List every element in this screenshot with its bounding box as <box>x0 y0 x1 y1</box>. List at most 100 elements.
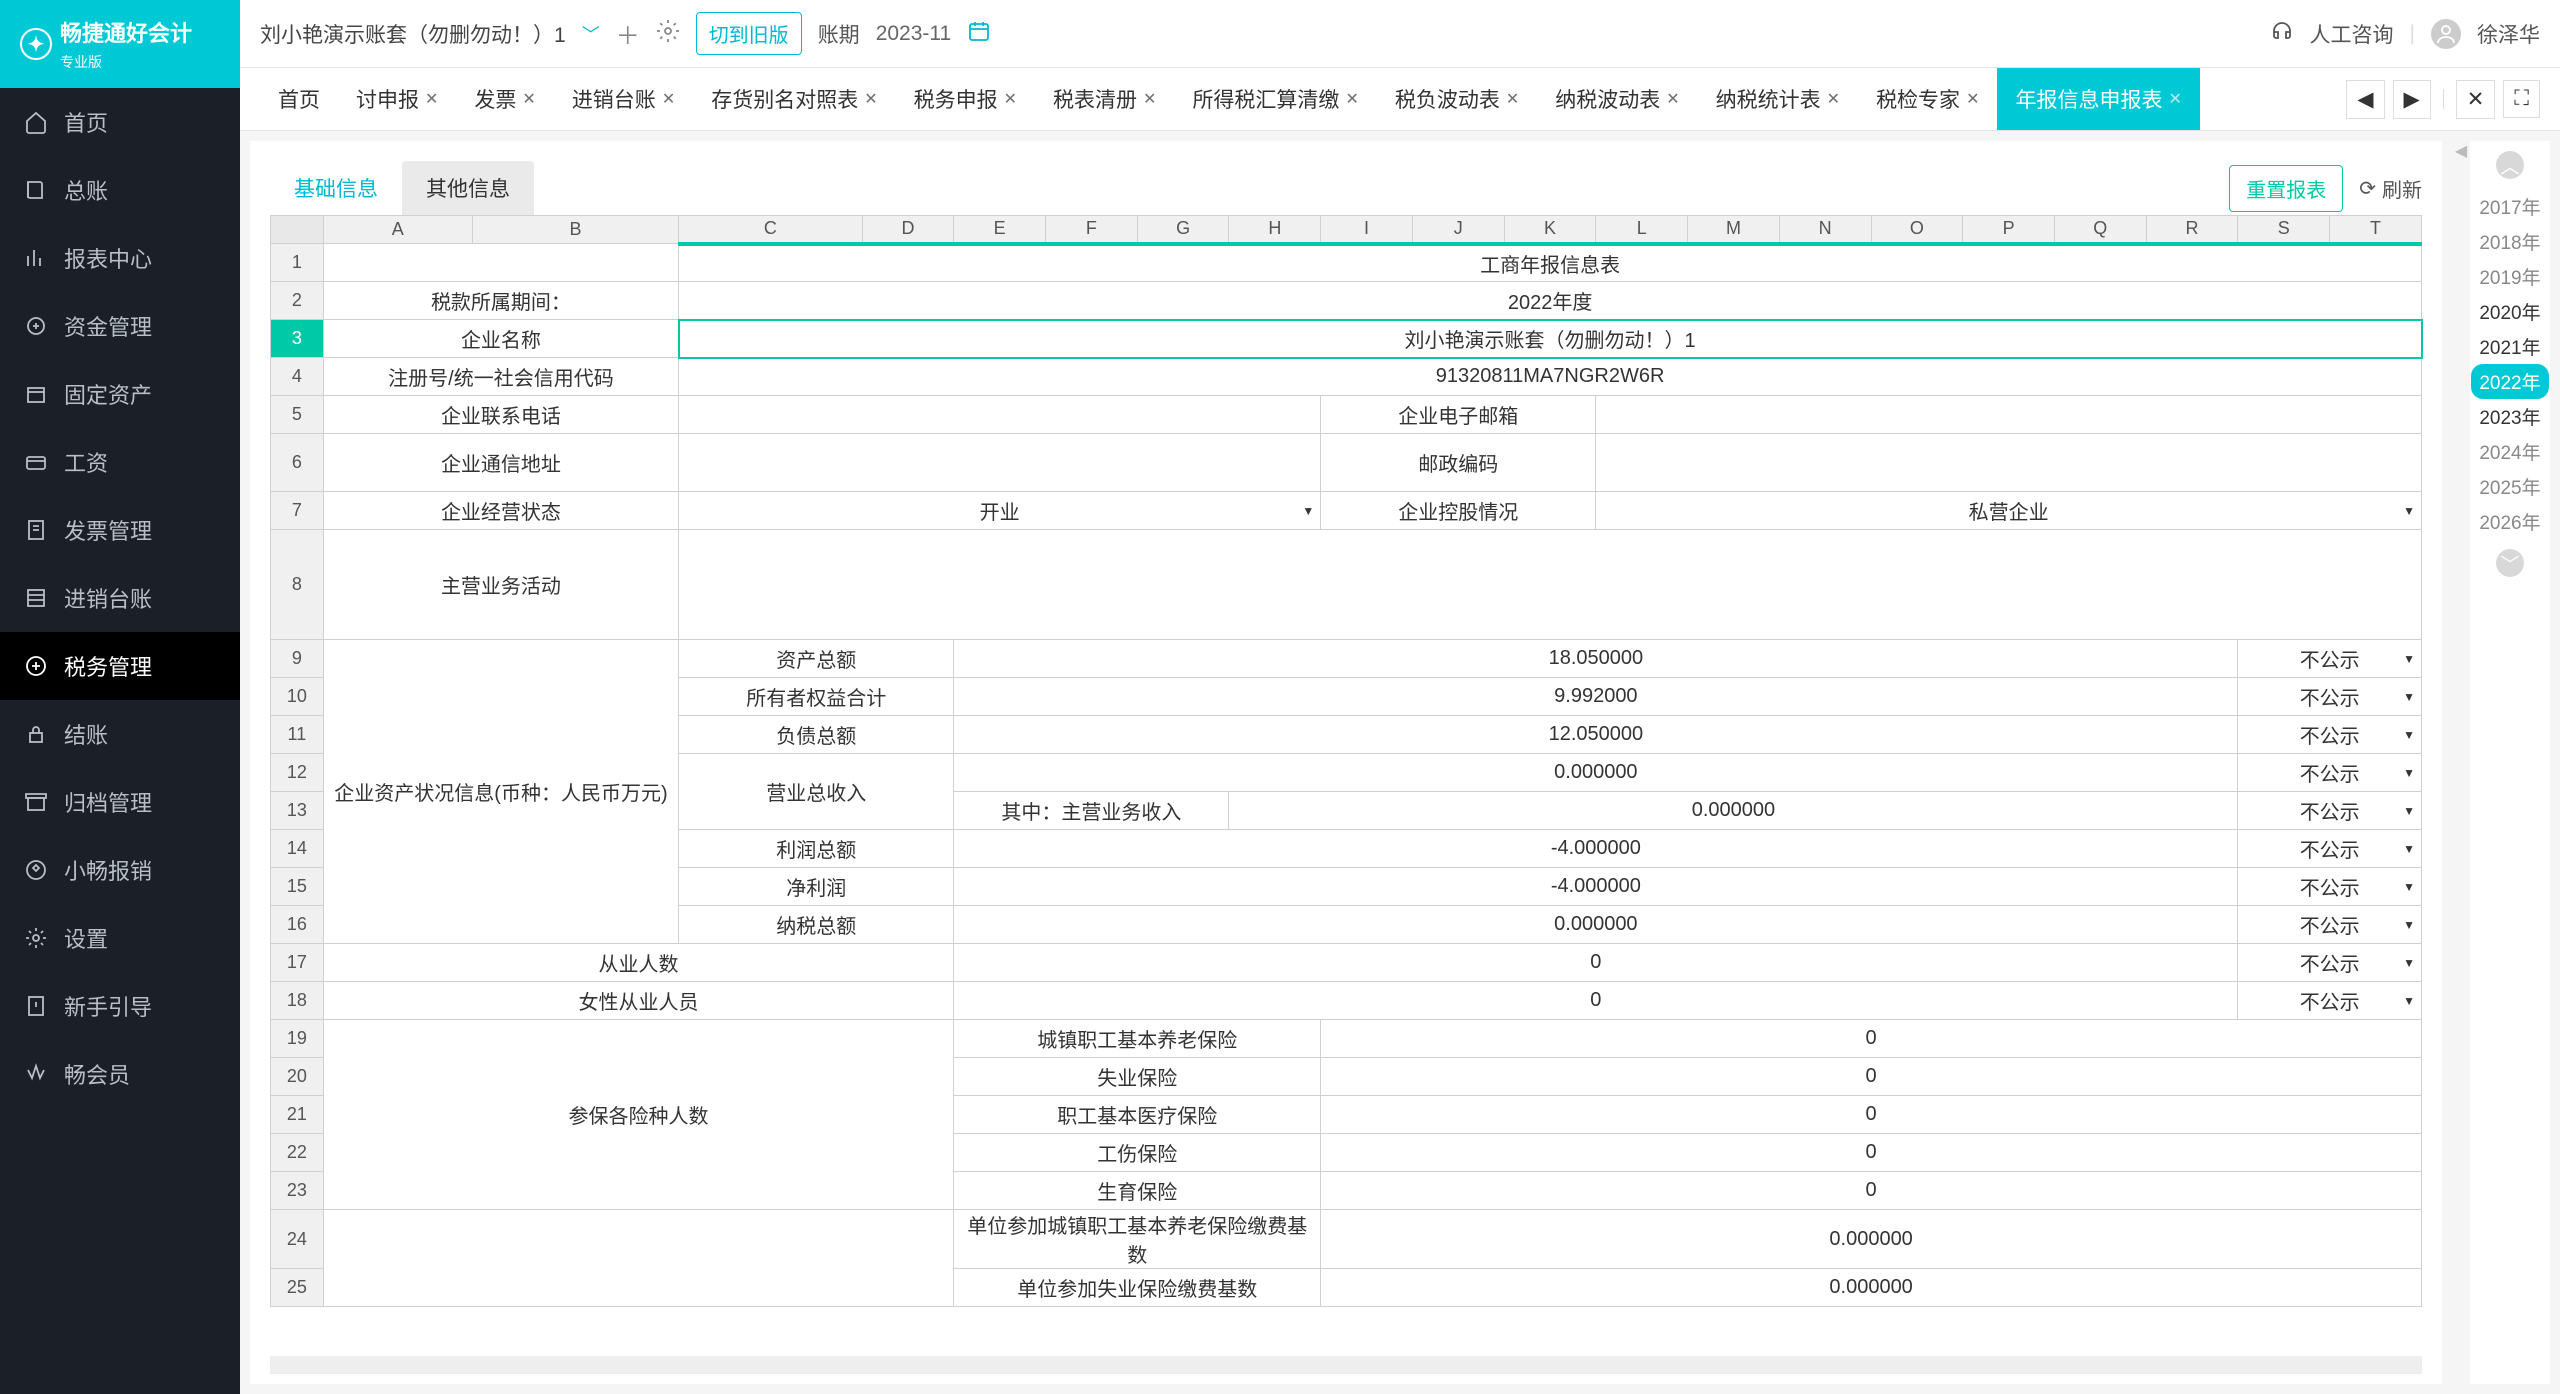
cell[interactable]: 0.000000 <box>954 754 2238 792</box>
row-header[interactable]: 6 <box>271 434 324 492</box>
tab[interactable]: 税检专家✕ <box>1858 68 1997 130</box>
year-item[interactable]: 2020年 <box>2471 294 2548 329</box>
refresh-button[interactable]: ⟳刷新 <box>2359 174 2422 203</box>
sidebar-item-reimburse[interactable]: 小畅报销 <box>0 836 240 904</box>
row-header[interactable]: 2 <box>271 282 324 320</box>
year-item[interactable]: 2017年 <box>2471 189 2548 224</box>
cell[interactable]: 其中：主营业务收入 <box>954 792 1229 830</box>
year-item[interactable]: 2022年 <box>2471 364 2548 399</box>
year-item[interactable]: 2023年 <box>2471 399 2548 434</box>
period-value[interactable]: 2023-11 <box>876 22 952 46</box>
cell[interactable]: 工伤保险 <box>954 1134 1321 1172</box>
tab[interactable]: 纳税波动表✕ <box>1537 68 1697 130</box>
sidebar-item-coin[interactable]: 资金管理 <box>0 292 240 360</box>
grid-corner[interactable] <box>271 216 324 244</box>
col-header[interactable]: I <box>1321 216 1413 244</box>
col-header[interactable]: M <box>1688 216 1780 244</box>
col-header[interactable]: H <box>1229 216 1321 244</box>
sidebar-item-book[interactable]: 总账 <box>0 156 240 224</box>
row-header[interactable]: 11 <box>271 716 324 754</box>
tab[interactable]: 讨申报✕ <box>338 68 456 130</box>
cell[interactable]: 91320811MA7NGR2W6R <box>679 358 2422 396</box>
user-name[interactable]: 徐泽华 <box>2477 19 2540 49</box>
cell[interactable]: 不公示 <box>2238 792 2422 830</box>
cell[interactable]: 2022年度 <box>679 282 2422 320</box>
cell[interactable]: 单位参加城镇职工基本养老保险缴费基数 <box>954 1210 1321 1269</box>
chevron-down-icon[interactable]: ﹀ <box>582 21 600 47</box>
cell[interactable]: 0 <box>1321 1020 2422 1058</box>
col-header[interactable]: J <box>1412 216 1504 244</box>
close-icon[interactable]: ✕ <box>1827 89 1840 109</box>
cell[interactable]: 12.050000 <box>954 716 2238 754</box>
row-header[interactable]: 20 <box>271 1058 324 1096</box>
col-header[interactable]: S <box>2238 216 2330 244</box>
cell[interactable]: 纳税总额 <box>679 906 954 944</box>
row-header[interactable]: 7 <box>271 492 324 530</box>
close-icon[interactable]: ✕ <box>864 89 877 109</box>
cell[interactable]: 生育保险 <box>954 1172 1321 1210</box>
col-header[interactable]: G <box>1137 216 1229 244</box>
tab-basic-info[interactable]: 基础信息 <box>270 161 402 215</box>
panel-collapse-handle[interactable]: ◀ <box>2452 131 2470 1394</box>
cell[interactable]: 0.000000 <box>954 906 2238 944</box>
cell[interactable]: 不公示 <box>2238 868 2422 906</box>
cell[interactable]: 不公示 <box>2238 640 2422 678</box>
row-header[interactable]: 14 <box>271 830 324 868</box>
col-header[interactable]: L <box>1596 216 1688 244</box>
cell[interactable]: 利润总额 <box>679 830 954 868</box>
col-header[interactable]: C <box>679 216 862 244</box>
horizontal-scrollbar[interactable] <box>270 1356 2422 1374</box>
cell[interactable]: 0.000000 <box>1321 1210 2422 1269</box>
sidebar-item-lock[interactable]: 结账 <box>0 700 240 768</box>
year-item[interactable]: 2019年 <box>2471 259 2548 294</box>
sidebar-item-guide[interactable]: 新手引导 <box>0 972 240 1040</box>
add-icon[interactable]: ＋ <box>616 16 640 51</box>
cell[interactable]: 邮政编码 <box>1321 434 1596 492</box>
tab[interactable]: 税表清册✕ <box>1035 68 1174 130</box>
year-item[interactable]: 2025年 <box>2471 469 2548 504</box>
col-header[interactable]: B <box>472 216 678 244</box>
col-header[interactable]: R <box>2146 216 2238 244</box>
cell[interactable]: 不公示 <box>2238 906 2422 944</box>
row-header[interactable]: 12 <box>271 754 324 792</box>
close-icon[interactable]: ✕ <box>2168 89 2181 109</box>
cell[interactable]: 企业资产状况信息(币种：人民币万元) <box>323 640 678 944</box>
sidebar-item-gear[interactable]: 设置 <box>0 904 240 972</box>
cell[interactable]: 0.000000 <box>1321 1269 2422 1307</box>
year-item[interactable]: 2024年 <box>2471 434 2548 469</box>
row-header[interactable]: 17 <box>271 944 324 982</box>
cell[interactable]: 主营业务活动 <box>323 530 678 640</box>
row-header[interactable]: 13 <box>271 792 324 830</box>
tab-prev-button[interactable]: ◀ <box>2346 80 2384 119</box>
close-icon[interactable]: ✕ <box>1506 89 1519 109</box>
cell[interactable]: 不公示 <box>2238 716 2422 754</box>
tab[interactable]: 税务申报✕ <box>896 68 1035 130</box>
cell[interactable]: 城镇职工基本养老保险 <box>954 1020 1321 1058</box>
cell[interactable] <box>679 530 2422 640</box>
close-icon[interactable]: ✕ <box>1143 89 1156 109</box>
cell[interactable]: 不公示 <box>2238 830 2422 868</box>
close-icon[interactable]: ✕ <box>522 89 535 109</box>
gear-icon[interactable] <box>656 19 680 49</box>
cell[interactable]: 不公示 <box>2238 678 2422 716</box>
col-header[interactable]: K <box>1504 216 1596 244</box>
col-header[interactable]: E <box>954 216 1046 244</box>
tab[interactable]: 进销台账✕ <box>554 68 693 130</box>
row-header[interactable]: 19 <box>271 1020 324 1058</box>
cell[interactable]: 单位参加失业保险缴费基数 <box>954 1269 1321 1307</box>
row-header[interactable]: 3 <box>271 320 324 358</box>
row-header[interactable]: 4 <box>271 358 324 396</box>
account-selector[interactable]: 刘小艳演示账套（勿删勿动！）1 <box>260 19 566 49</box>
cell[interactable]: 0 <box>1321 1058 2422 1096</box>
cell[interactable]: 企业通信地址 <box>323 434 678 492</box>
avatar[interactable] <box>2431 19 2461 49</box>
sidebar-item-vip[interactable]: 畅会员 <box>0 1040 240 1108</box>
tab-next-button[interactable]: ▶ <box>2393 80 2431 119</box>
cell[interactable]: 9.992000 <box>954 678 2238 716</box>
spreadsheet-grid[interactable]: ABCDEFGHIJKLMNOPQRST 1工商年报信息表2税款所属期间：202… <box>270 215 2422 1307</box>
headset-icon[interactable] <box>2270 19 2294 49</box>
tab[interactable]: 年报信息申报表✕ <box>1997 68 2199 130</box>
cell[interactable]: 0 <box>954 982 2238 1020</box>
cell[interactable]: 开业 <box>679 492 1321 530</box>
cell[interactable] <box>1596 434 2422 492</box>
